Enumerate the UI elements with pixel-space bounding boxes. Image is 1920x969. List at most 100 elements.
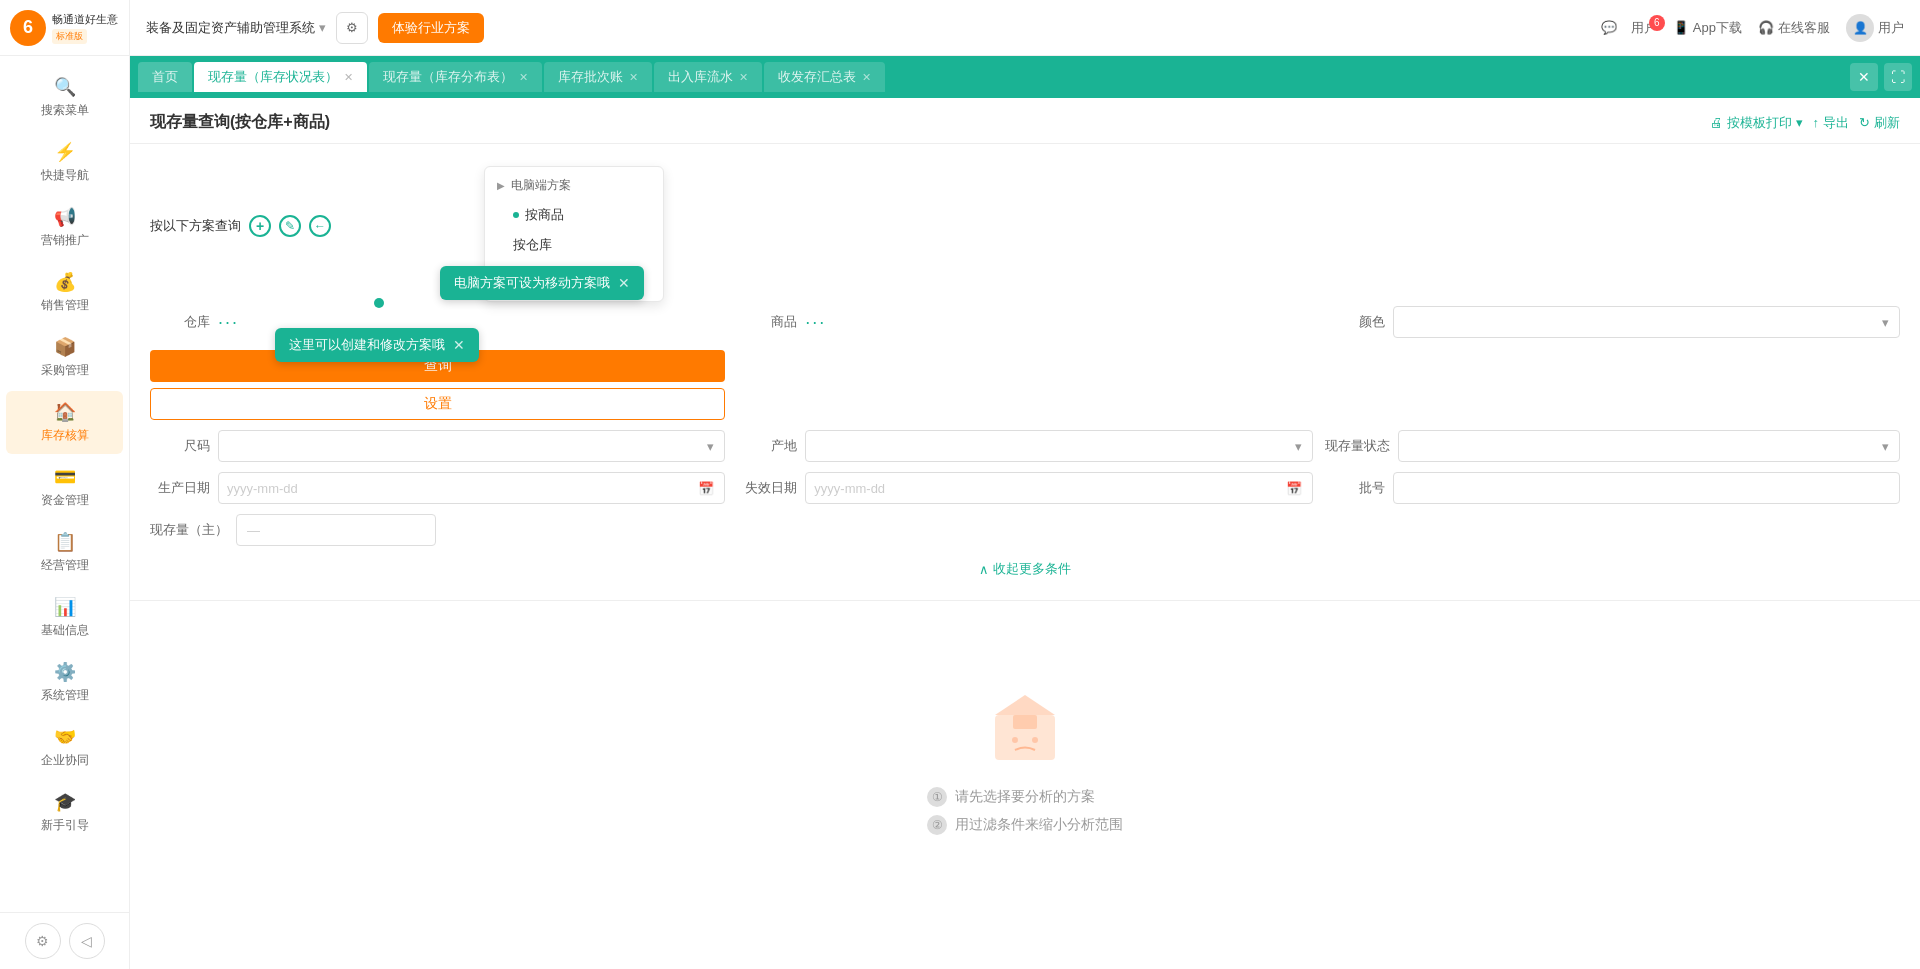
size-select[interactable]: ▾ <box>218 430 725 462</box>
expire-date-start[interactable]: yyyy-mm-dd 📅 <box>805 472 1312 504</box>
tab-close-btn[interactable]: ✕ <box>862 71 871 84</box>
page-content: 现存量查询(按仓库+商品) 🖨 按模板打印 ▾ ↑ 导出 ↻ 刷新 <box>130 98 1920 969</box>
app-download-btn[interactable]: 📱 App下载 <box>1673 19 1742 37</box>
export-btn[interactable]: ↑ 导出 <box>1813 114 1850 132</box>
reset-btn[interactable]: 设置 <box>150 388 725 420</box>
refresh-btn[interactable]: ↻ 刷新 <box>1859 114 1900 132</box>
sidebar-item-marketing[interactable]: 📢 营销推广 <box>6 196 123 259</box>
tab-close-btn[interactable]: ✕ <box>519 71 528 84</box>
warehouse-dots-btn[interactable]: ··· <box>218 312 239 333</box>
empty-step-1: ① 请先选择要分析的方案 <box>927 787 1123 807</box>
filter-row-1: 仓库 ··· 商品 ··· 颜色 ▾ <box>150 306 1900 420</box>
sidebar-item-inventory[interactable]: 🏠 库存核算 <box>6 391 123 454</box>
color-select[interactable]: ▾ <box>1393 306 1900 338</box>
tab-close-btn[interactable]: ✕ <box>739 71 748 84</box>
tab-inventory-status[interactable]: 现存量（库存状况表） ✕ <box>194 62 367 92</box>
print-dropdown-icon: ▾ <box>1796 115 1803 130</box>
sidebar-item-management[interactable]: 📋 经营管理 <box>6 521 123 584</box>
basic-info-icon: 📊 <box>54 596 76 618</box>
tab-batch-account[interactable]: 库存批次账 ✕ <box>544 62 652 92</box>
back-arrow-btn[interactable]: ← <box>309 215 331 237</box>
search-icon: 🔍 <box>54 76 76 98</box>
empty-state: ① 请先选择要分析的方案 ② 用过滤条件来缩小分析范围 <box>130 601 1920 969</box>
filter-item-stock-status: 现存量状态 ▾ <box>1325 430 1900 462</box>
batch-no-input[interactable] <box>1393 472 1900 504</box>
scheme-group-desktop: ▶ 电脑端方案 按商品 按仓库 <box>485 167 663 264</box>
flash-icon: ⚡ <box>54 141 76 163</box>
industry-solution-btn[interactable]: 体验行业方案 <box>378 13 484 43</box>
sidebar-menu: 🔍 搜索菜单 ⚡ 快捷导航 📢 营销推广 💰 销售管理 📦 采购管理 🏠 库存核… <box>0 56 129 912</box>
stock-qty-range[interactable]: — <box>236 514 436 546</box>
tab-inventory-dist[interactable]: 现存量（库存分布表） ✕ <box>369 62 542 92</box>
sidebar-item-finance[interactable]: 💳 资金管理 <box>6 456 123 519</box>
sidebar-item-sales[interactable]: 💰 销售管理 <box>6 261 123 324</box>
collapse-sidebar-btn[interactable]: ◁ <box>69 923 105 959</box>
tab-summary[interactable]: 收发存汇总表 ✕ <box>764 62 885 92</box>
header-settings-btn[interactable]: ⚙ <box>336 12 368 44</box>
header-left: 装备及固定资产辅助管理系统 ▾ ⚙ 体验行业方案 <box>146 12 484 44</box>
produce-date-start[interactable]: yyyy-mm-dd 📅 <box>218 472 725 504</box>
calendar-icon[interactable]: 📅 <box>698 481 714 496</box>
headset-icon: 🎧 <box>1758 20 1774 35</box>
user-info-btn[interactable]: 👤 用户 <box>1846 14 1904 42</box>
stock-status-select[interactable]: ▾ <box>1398 430 1900 462</box>
collapse-icon: ∧ <box>979 562 989 577</box>
filter-row-2: 尺码 ▾ 产地 ▾ 现存量状态 <box>150 430 1900 462</box>
select-arrow-icon: ▾ <box>1882 439 1889 454</box>
sidebar-item-quick-nav[interactable]: ⚡ 快捷导航 <box>6 131 123 194</box>
system-icon: ⚙️ <box>54 661 76 683</box>
print-btn[interactable]: 🖨 按模板打印 ▾ <box>1710 114 1803 132</box>
logo-text: 畅通道好生意 标准版 <box>52 12 118 44</box>
logo-icon: 6 <box>10 10 46 46</box>
chevron-down-icon: ▾ <box>319 20 326 35</box>
messages-btn[interactable]: 💬 6 用户 <box>1601 19 1657 37</box>
collapse-bar[interactable]: ∧ 收起更多条件 <box>150 552 1900 586</box>
print-icon: 🖨 <box>1710 115 1723 130</box>
svg-rect-2 <box>1013 715 1037 729</box>
origin-select[interactable]: ▾ <box>805 430 1312 462</box>
step-num-2: ② <box>927 815 947 835</box>
user-avatar: 👤 <box>1846 14 1874 42</box>
select-arrow-icon: ▾ <box>1882 315 1889 330</box>
tooltip-desktop-scheme: 电脑方案可设为移动方案哦 ✕ <box>440 266 644 300</box>
sidebar-item-enterprise[interactable]: 🤝 企业协同 <box>6 716 123 779</box>
empty-step-2: ② 用过滤条件来缩小分析范围 <box>927 815 1123 835</box>
filter-item-origin: 产地 ▾ <box>737 430 1312 462</box>
tabs-bar: 首页 现存量（库存状况表） ✕ 现存量（库存分布表） ✕ 库存批次账 ✕ 出入库… <box>130 56 1920 98</box>
scheme-group-desktop-title[interactable]: ▶ 电脑端方案 <box>485 171 663 200</box>
scheme-item-by-warehouse[interactable]: 按仓库 <box>485 230 663 260</box>
sidebar-item-guide[interactable]: 🎓 新手引导 <box>6 781 123 844</box>
settings-bottom-btn[interactable]: ⚙ <box>25 923 61 959</box>
select-arrow-icon: ▾ <box>1295 439 1302 454</box>
inventory-icon: 🏠 <box>54 401 76 423</box>
sidebar-item-system[interactable]: ⚙️ 系统管理 <box>6 651 123 714</box>
filter-item-size: 尺码 ▾ <box>150 430 725 462</box>
product-dots-btn[interactable]: ··· <box>805 312 826 333</box>
main-content: 装备及固定资产辅助管理系统 ▾ ⚙ 体验行业方案 💬 6 用户 📱 App下载 … <box>130 0 1920 969</box>
system-name-selector[interactable]: 装备及固定资产辅助管理系统 ▾ <box>146 19 326 37</box>
tab-expand-btn[interactable]: ⛶ <box>1884 63 1912 91</box>
scheme-dot-icon <box>513 212 519 218</box>
empty-illustration <box>975 675 1075 775</box>
tab-flow[interactable]: 出入库流水 ✕ <box>654 62 762 92</box>
tab-close-all-btn[interactable]: ✕ <box>1850 63 1878 91</box>
scheme-item-by-product[interactable]: 按商品 <box>485 200 663 230</box>
sidebar-item-search[interactable]: 🔍 搜索菜单 <box>6 66 123 129</box>
sidebar-item-basic-info[interactable]: 📊 基础信息 <box>6 586 123 649</box>
management-icon: 📋 <box>54 531 76 553</box>
tab-close-btn[interactable]: ✕ <box>629 71 638 84</box>
edit-scheme-btn[interactable]: ✎ <box>279 215 301 237</box>
tab-home[interactable]: 首页 <box>138 62 192 92</box>
online-support-btn[interactable]: 🎧 在线客服 <box>1758 19 1830 37</box>
add-scheme-btn[interactable]: + <box>249 215 271 237</box>
sidebar-item-purchase[interactable]: 📦 采购管理 <box>6 326 123 389</box>
tooltip2-close-btn[interactable]: ✕ <box>453 337 465 353</box>
calendar-icon[interactable]: 📅 <box>1286 481 1302 496</box>
tooltip-close-btn[interactable]: ✕ <box>618 275 630 291</box>
filter-label-row: 按以下方案查询 + ✎ ← ▶ 电脑端方案 按 <box>150 158 1900 294</box>
page-actions: 🖨 按模板打印 ▾ ↑ 导出 ↻ 刷新 <box>1710 114 1901 132</box>
tab-close-btn[interactable]: ✕ <box>344 71 353 84</box>
scheme-tooltip-create: 这里可以创建和修改方案哦 ✕ <box>275 328 479 362</box>
page-title: 现存量查询(按仓库+商品) <box>150 112 330 133</box>
top-header: 装备及固定资产辅助管理系统 ▾ ⚙ 体验行业方案 💬 6 用户 📱 App下载 … <box>130 0 1920 56</box>
